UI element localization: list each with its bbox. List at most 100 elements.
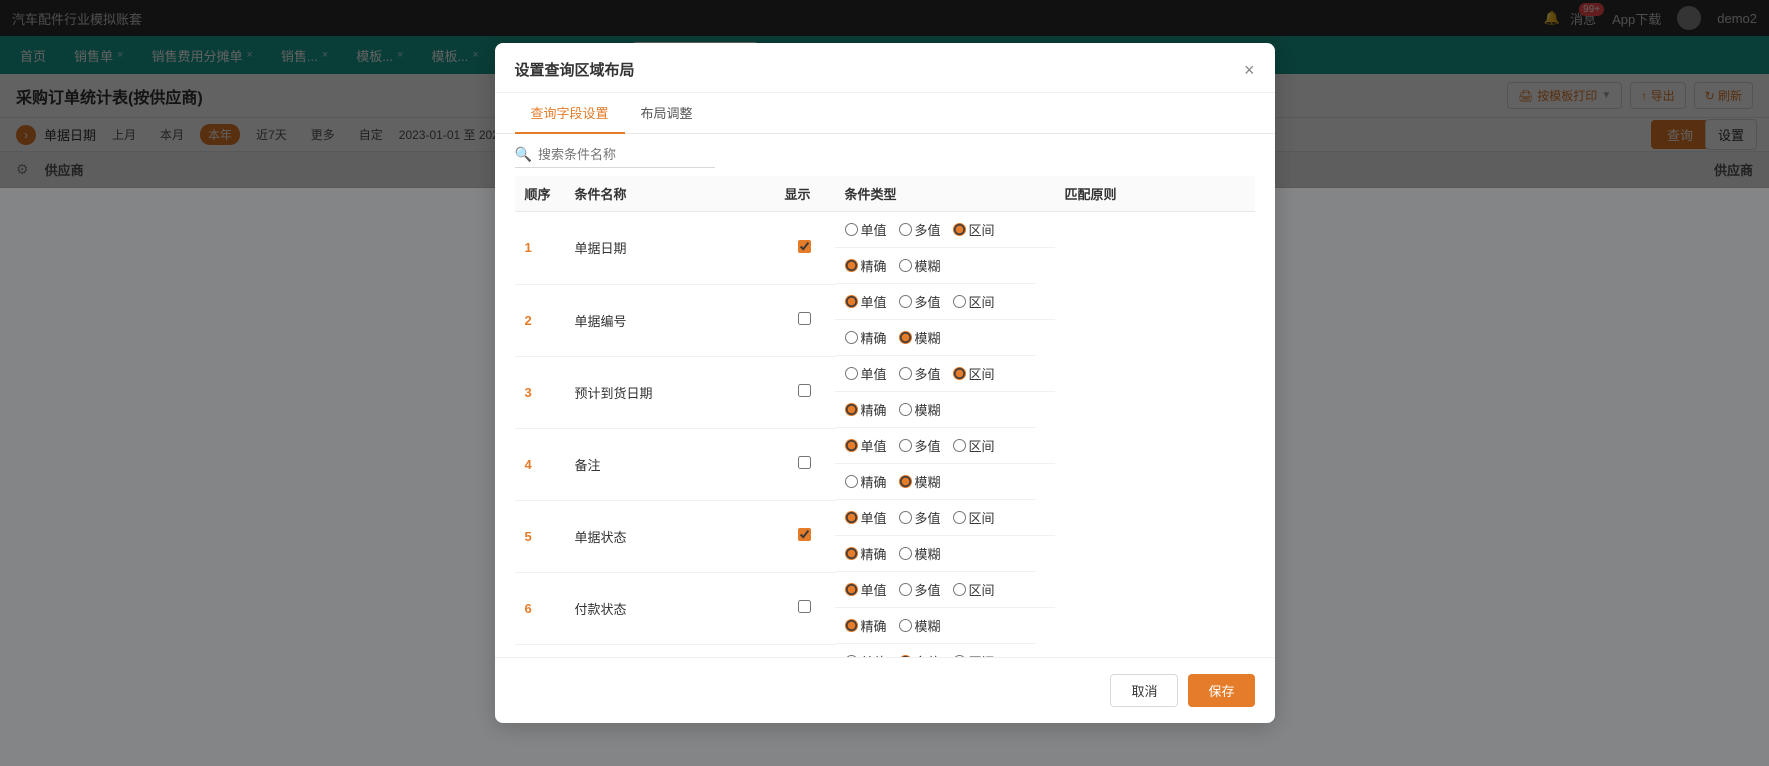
show-checkbox[interactable] xyxy=(798,312,811,325)
table-body: 1单据日期单值多值区间精确模糊2单据编号单值多值区间精确模糊3预计到货日期单值多… xyxy=(515,212,1255,658)
row-type-cell: 单值多值区间 xyxy=(835,572,1055,608)
table-row: 1单据日期单值多值区间精确模糊 xyxy=(515,212,1255,285)
match-radio-fuzzy[interactable]: 模糊 xyxy=(899,544,941,563)
table-row: 2单据编号单值多值区间精确模糊 xyxy=(515,284,1255,356)
row-condition-name: 单据编号 xyxy=(565,284,775,356)
col-header-type: 条件类型 xyxy=(835,176,1055,212)
type-radio-range[interactable]: 区间 xyxy=(953,292,995,311)
row-type-cell: 单值多值区间 xyxy=(835,212,1055,248)
type-radio-single[interactable]: 单值 xyxy=(845,580,887,599)
show-checkbox[interactable] xyxy=(798,528,811,541)
row-order: 5 xyxy=(515,500,565,572)
match-radio-fuzzy[interactable]: 模糊 xyxy=(899,616,941,635)
col-header-match: 匹配原则 xyxy=(1055,176,1255,212)
row-order: 6 xyxy=(515,572,565,644)
row-show-checkbox-cell xyxy=(775,356,835,428)
type-radio-multi[interactable]: 多值 xyxy=(899,220,941,239)
match-radio-exact[interactable]: 精确 xyxy=(845,328,887,347)
row-condition-name: 单据日期 xyxy=(565,212,775,285)
row-type-cell: 单值多值区间 xyxy=(835,644,1055,657)
match-radio-exact[interactable]: 精确 xyxy=(845,400,887,419)
row-condition-name: 仓库 ∨ xyxy=(565,644,775,657)
row-show-checkbox-cell xyxy=(775,572,835,644)
type-radio-range[interactable]: 区间 xyxy=(953,580,995,599)
col-header-name: 条件名称 xyxy=(565,176,775,212)
table-row: 6付款状态单值多值区间精确模糊 xyxy=(515,572,1255,644)
row-type-cell: 单值多值区间 xyxy=(835,428,1055,464)
table-row: 5单据状态 单值多值区间精确模糊 xyxy=(515,500,1255,572)
match-radio-exact[interactable]: 精确 xyxy=(845,256,887,275)
row-type-cell: 单值多值区间 xyxy=(835,356,1055,392)
show-checkbox[interactable] xyxy=(798,456,811,469)
modal-tabs: 查询字段设置 布局调整 xyxy=(495,93,1275,134)
row-show-checkbox-cell xyxy=(775,284,835,356)
match-radio-fuzzy[interactable]: 模糊 xyxy=(899,400,941,419)
type-radio-single[interactable]: 单值 xyxy=(845,292,887,311)
row-show-checkbox-cell xyxy=(775,428,835,500)
modal-close-button[interactable]: × xyxy=(1244,61,1255,79)
modal-table-wrap: 顺序 条件名称 显示 条件类型 匹配原则 1单据日期单值多值区间精确模糊2单据编… xyxy=(495,176,1275,657)
type-radio-range[interactable]: 区间 xyxy=(953,364,995,383)
save-button[interactable]: 保存 xyxy=(1188,674,1254,707)
match-radio-exact[interactable]: 精确 xyxy=(845,472,887,491)
row-match-cell: 精确模糊 xyxy=(835,248,1035,284)
match-radio-exact[interactable]: 精确 xyxy=(845,616,887,635)
show-checkbox[interactable] xyxy=(798,240,811,253)
search-input-wrap: 🔍 xyxy=(515,146,715,168)
row-condition-name: 预计到货日期 xyxy=(565,356,775,428)
row-condition-name: 备注 xyxy=(565,428,775,500)
row-match-cell: 精确模糊 xyxy=(835,320,1035,356)
table-row: 3预计到货日期单值多值区间精确模糊 xyxy=(515,356,1255,428)
show-checkbox[interactable] xyxy=(798,600,811,613)
type-radio-single[interactable]: 单值 xyxy=(845,220,887,239)
modal-dialog: 设置查询区域布局 × 查询字段设置 布局调整 🔍 顺序 xyxy=(495,43,1275,723)
match-radio-fuzzy[interactable]: 模糊 xyxy=(899,472,941,491)
row-match-cell: 精确模糊 xyxy=(835,464,1035,500)
col-header-show: 显示 xyxy=(775,176,835,212)
table-row: 7仓库 ∨单值多值区间精确模糊 xyxy=(515,644,1255,657)
row-show-checkbox-cell xyxy=(775,212,835,285)
search-input[interactable] xyxy=(538,147,698,162)
row-show-checkbox-cell xyxy=(775,500,835,572)
type-radio-range[interactable]: 区间 xyxy=(953,508,995,527)
match-radio-fuzzy[interactable]: 模糊 xyxy=(899,328,941,347)
type-radio-multi[interactable]: 多值 xyxy=(899,292,941,311)
type-radio-multi[interactable]: 多值 xyxy=(899,364,941,383)
row-show-checkbox-cell xyxy=(775,644,835,657)
row-match-cell: 精确模糊 xyxy=(835,608,1035,644)
modal-header: 设置查询区域布局 × xyxy=(495,43,1275,93)
row-match-cell: 精确模糊 xyxy=(835,536,1035,572)
type-radio-range[interactable]: 区间 xyxy=(953,220,995,239)
type-radio-multi[interactable]: 多值 xyxy=(899,436,941,455)
type-radio-single[interactable]: 单值 xyxy=(845,508,887,527)
conditions-table: 顺序 条件名称 显示 条件类型 匹配原则 1单据日期单值多值区间精确模糊2单据编… xyxy=(515,176,1255,657)
row-match-cell: 精确模糊 xyxy=(835,392,1035,428)
modal-overlay: 设置查询区域布局 × 查询字段设置 布局调整 🔍 顺序 xyxy=(0,0,1769,766)
modal-search-area: 🔍 xyxy=(495,134,1275,176)
modal-footer: 取消 保存 xyxy=(495,657,1275,723)
table-row: 4备注单值多值区间精确模糊 xyxy=(515,428,1255,500)
type-radio-multi[interactable]: 多值 xyxy=(899,580,941,599)
match-radio-fuzzy[interactable]: 模糊 xyxy=(899,256,941,275)
row-order: 3 xyxy=(515,356,565,428)
tab-query-fields[interactable]: 查询字段设置 xyxy=(515,93,625,134)
row-condition-name: 单据状态 xyxy=(565,500,775,572)
type-radio-multi[interactable]: 多值 xyxy=(899,508,941,527)
row-order: 7 xyxy=(515,644,565,657)
row-condition-name: 付款状态 xyxy=(565,572,775,644)
search-icon: 🔍 xyxy=(515,146,532,163)
cancel-button[interactable]: 取消 xyxy=(1110,674,1178,707)
row-order: 2 xyxy=(515,284,565,356)
col-header-order: 顺序 xyxy=(515,176,565,212)
type-radio-single[interactable]: 单值 xyxy=(845,364,887,383)
modal-title: 设置查询区域布局 xyxy=(515,59,635,80)
row-order: 1 xyxy=(515,212,565,285)
row-order: 4 xyxy=(515,428,565,500)
type-radio-single[interactable]: 单值 xyxy=(845,436,887,455)
tab-layout[interactable]: 布局调整 xyxy=(625,93,709,134)
show-checkbox[interactable] xyxy=(798,384,811,397)
match-radio-exact[interactable]: 精确 xyxy=(845,544,887,563)
table-header: 顺序 条件名称 显示 条件类型 匹配原则 xyxy=(515,176,1255,212)
type-radio-range[interactable]: 区间 xyxy=(953,436,995,455)
row-type-cell: 单值多值区间 xyxy=(835,284,1055,320)
